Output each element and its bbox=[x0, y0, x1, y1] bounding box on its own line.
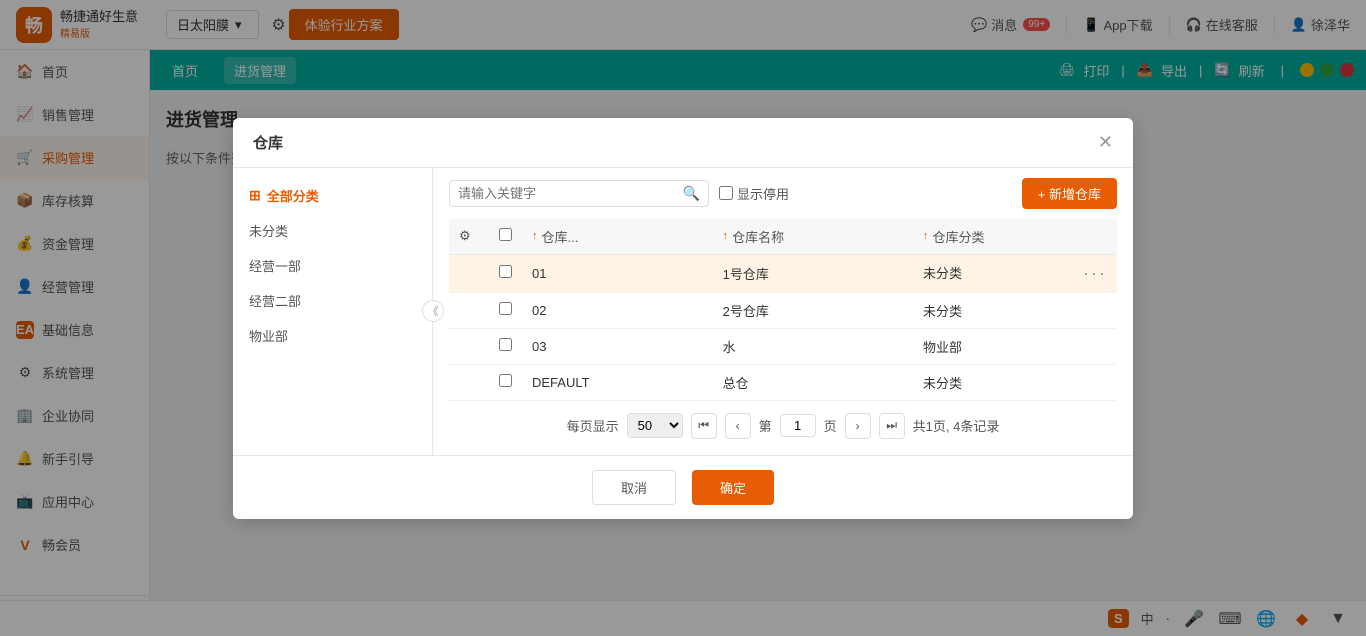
row-checkbox-1 bbox=[489, 254, 522, 292]
show-disabled-area: 显示停用 bbox=[719, 184, 789, 203]
row-1-checkbox[interactable] bbox=[499, 265, 512, 278]
add-warehouse-button[interactable]: + 新增仓库 bbox=[1022, 178, 1117, 209]
row-4-category: 未分类 bbox=[913, 364, 1117, 400]
row-2-code: 02 bbox=[522, 292, 713, 328]
total-label: 共1页, 4条记录 bbox=[913, 416, 1000, 435]
page-input[interactable] bbox=[780, 414, 816, 437]
category-all-label: 全部分类 bbox=[267, 186, 319, 205]
col-checkbox-header bbox=[489, 219, 522, 255]
row-gear-1 bbox=[449, 254, 489, 292]
modal-body: ⊞ 全部分类 未分类 经营一部 经营二部 物业部 《 🔍 bbox=[233, 168, 1133, 455]
row-3-category: 物业部 bbox=[913, 328, 1117, 364]
row-4-checkbox[interactable] bbox=[499, 374, 512, 387]
col-gear-header: ⚙ bbox=[449, 219, 489, 255]
table-body: 01 1号仓库 未分类 ··· 02 bbox=[449, 254, 1117, 400]
row-gear-4 bbox=[449, 364, 489, 400]
row-2-checkbox[interactable] bbox=[499, 302, 512, 315]
row-gear-2 bbox=[449, 292, 489, 328]
select-all-checkbox[interactable] bbox=[499, 228, 512, 241]
sort-name-icon: ↑ bbox=[723, 230, 729, 242]
row-2-name: 2号仓库 bbox=[713, 292, 913, 328]
col-category-header: ↑ 仓库分类 bbox=[913, 219, 1117, 255]
row-4-code: DEFAULT bbox=[522, 364, 713, 400]
collapse-button[interactable]: 《 bbox=[422, 300, 444, 322]
col-code-header: ↑ 仓库... bbox=[522, 219, 713, 255]
row-1-name: 1号仓库 bbox=[713, 254, 913, 292]
row-2-category: 未分类 bbox=[913, 292, 1117, 328]
row-1-code: 01 bbox=[522, 254, 713, 292]
sort-icon: ↑ bbox=[532, 230, 538, 242]
pagination: 每页显示 50 100 200 ⏮ ‹ 第 页 › ⏭ 共1页, 4条记录 bbox=[449, 401, 1117, 445]
search-box: 🔍 bbox=[449, 180, 709, 207]
row-checkbox-4 bbox=[489, 364, 522, 400]
modal-footer: 取消 确定 bbox=[233, 455, 1133, 519]
table-panel: 🔍 显示停用 + 新增仓库 ⚙ bbox=[433, 168, 1133, 455]
table-toolbar: 🔍 显示停用 + 新增仓库 bbox=[449, 178, 1117, 209]
row-3-checkbox[interactable] bbox=[499, 338, 512, 351]
cancel-button[interactable]: 取消 bbox=[592, 470, 676, 505]
page-suffix: 页 bbox=[824, 416, 837, 435]
row-checkbox-2 bbox=[489, 292, 522, 328]
confirm-button[interactable]: 确定 bbox=[692, 470, 774, 505]
table-row[interactable]: 01 1号仓库 未分类 ··· bbox=[449, 254, 1117, 292]
category-item-0[interactable]: 未分类 bbox=[233, 213, 432, 248]
row-3-name: 水 bbox=[713, 328, 913, 364]
table-row[interactable]: DEFAULT 总仓 未分类 bbox=[449, 364, 1117, 400]
sort-cat-icon: ↑ bbox=[923, 230, 929, 242]
gear-header-icon: ⚙ bbox=[459, 228, 471, 243]
col-name-header: ↑ 仓库名称 bbox=[713, 219, 913, 255]
warehouse-modal: 仓库 ✕ ⊞ 全部分类 未分类 经营一部 经营二部 物业部 《 bbox=[233, 118, 1133, 519]
first-page-button[interactable]: ⏮ bbox=[691, 413, 717, 439]
category-item-2[interactable]: 经营二部 bbox=[233, 283, 432, 318]
grid-icon: ⊞ bbox=[249, 187, 261, 204]
category-item-3[interactable]: 物业部 bbox=[233, 318, 432, 353]
category-all-header[interactable]: ⊞ 全部分类 bbox=[233, 178, 432, 213]
row-gear-3 bbox=[449, 328, 489, 364]
row-checkbox-3 bbox=[489, 328, 522, 364]
row-1-category: 未分类 ··· bbox=[913, 254, 1117, 292]
search-input[interactable] bbox=[458, 186, 683, 201]
warehouse-table: ⚙ ↑ 仓库... bbox=[449, 219, 1117, 401]
modal-close-button[interactable]: ✕ bbox=[1098, 133, 1113, 151]
next-page-button[interactable]: › bbox=[845, 413, 871, 439]
show-disabled-checkbox[interactable] bbox=[719, 186, 733, 200]
prev-page-button[interactable]: ‹ bbox=[725, 413, 751, 439]
modal-header: 仓库 ✕ bbox=[233, 118, 1133, 168]
per-page-select[interactable]: 50 100 200 bbox=[627, 413, 683, 438]
modal-title: 仓库 bbox=[253, 132, 283, 153]
show-disabled-label: 显示停用 bbox=[737, 184, 789, 203]
last-page-button[interactable]: ⏭ bbox=[879, 413, 905, 439]
search-icon: 🔍 bbox=[683, 185, 700, 202]
row-3-code: 03 bbox=[522, 328, 713, 364]
table-header-row: ⚙ ↑ 仓库... bbox=[449, 219, 1117, 255]
category-item-1[interactable]: 经营一部 bbox=[233, 248, 432, 283]
row-4-name: 总仓 bbox=[713, 364, 913, 400]
modal-overlay: 仓库 ✕ ⊞ 全部分类 未分类 经营一部 经营二部 物业部 《 bbox=[0, 0, 1366, 636]
page-label: 第 bbox=[759, 416, 772, 435]
per-page-label: 每页显示 bbox=[567, 416, 619, 435]
table-row[interactable]: 02 2号仓库 未分类 bbox=[449, 292, 1117, 328]
category-panel: ⊞ 全部分类 未分类 经营一部 经营二部 物业部 《 bbox=[233, 168, 433, 455]
row-1-more[interactable]: ··· bbox=[1083, 263, 1107, 284]
table-row[interactable]: 03 水 物业部 bbox=[449, 328, 1117, 364]
